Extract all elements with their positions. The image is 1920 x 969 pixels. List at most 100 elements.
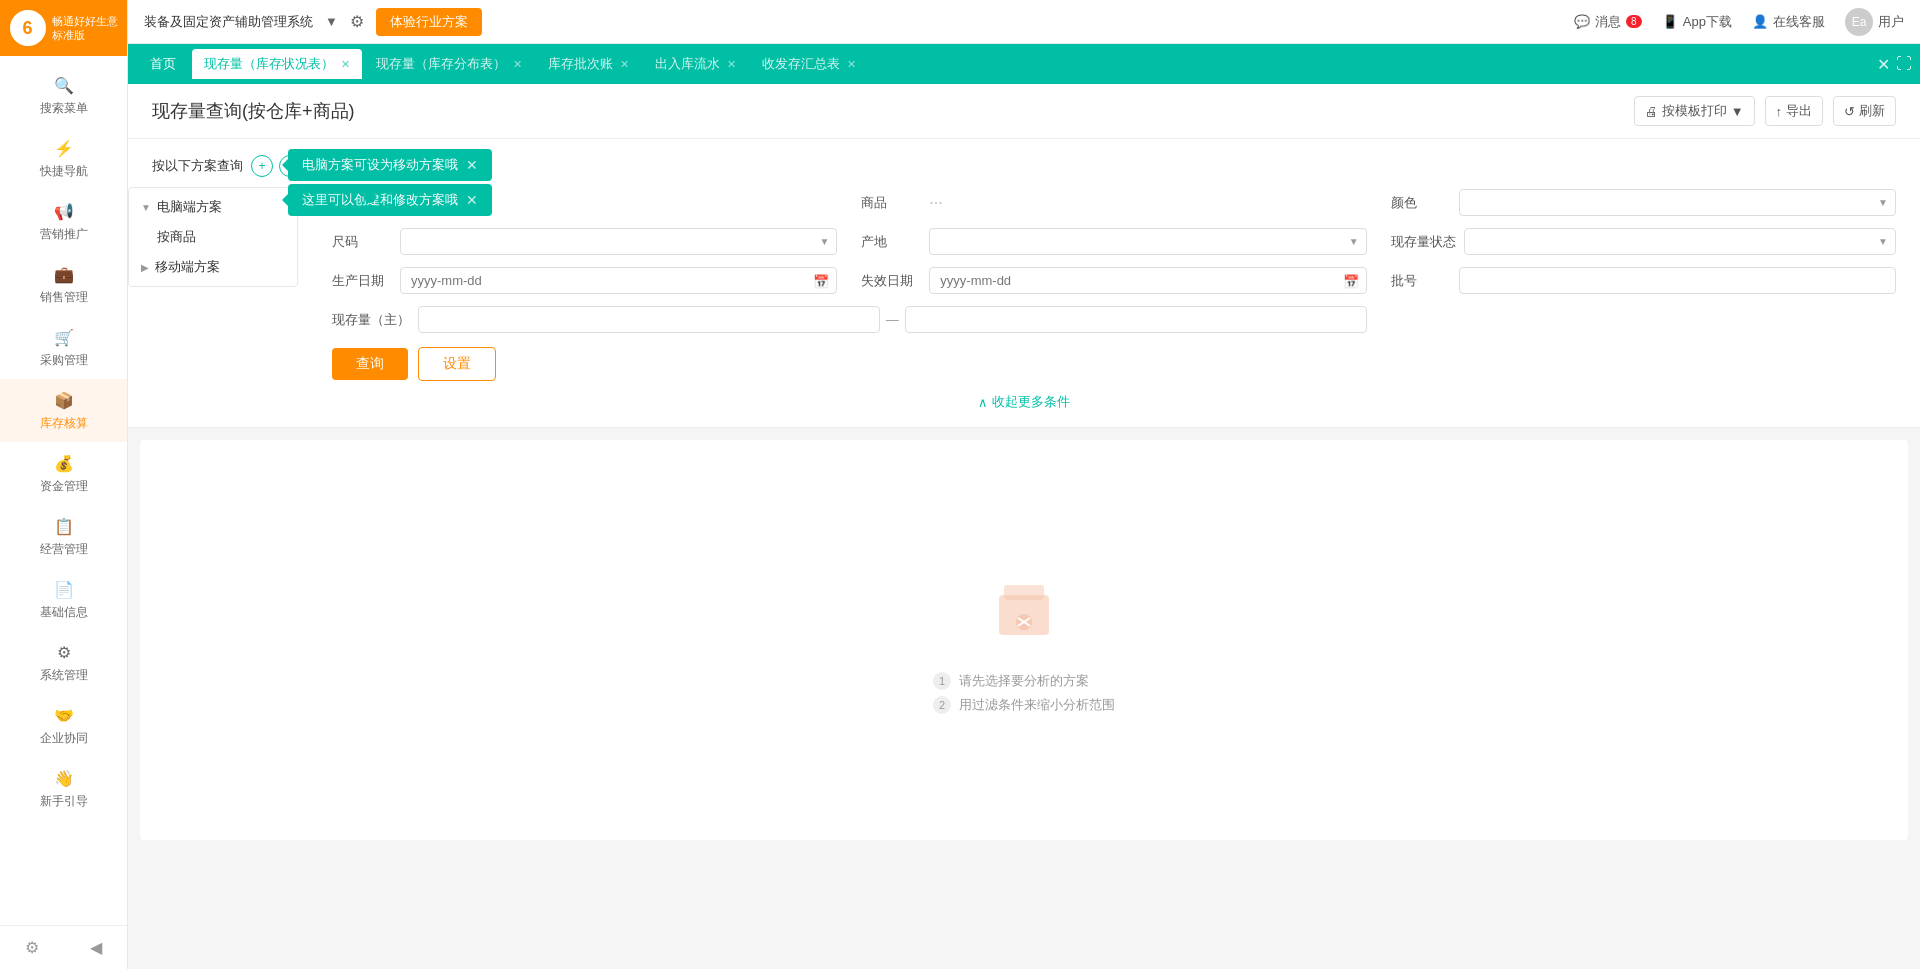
tab-close-stock-status[interactable]: ✕ — [341, 58, 350, 71]
tab-close-all-icon[interactable]: ✕ — [1877, 55, 1890, 74]
message-item[interactable]: 💬 消息 8 — [1574, 13, 1642, 31]
print-icon: 🖨 — [1645, 104, 1658, 119]
app-download-item[interactable]: 📱 App下载 — [1662, 13, 1732, 31]
expiry-date-input[interactable] — [929, 267, 1366, 294]
stock-status-select[interactable] — [1464, 228, 1896, 255]
batch-input[interactable] — [1459, 267, 1896, 294]
prod-date-label: 生产日期 — [332, 272, 392, 290]
size-select[interactable] — [400, 228, 837, 255]
sidebar-item-marketing[interactable]: 📢 营销推广 — [0, 190, 127, 253]
logo-area: 6 畅通好好生意 标准版 — [0, 0, 127, 56]
sales-icon: 💼 — [53, 263, 75, 285]
tab-close-inout[interactable]: ✕ — [727, 58, 736, 71]
tab-close-batch[interactable]: ✕ — [620, 58, 629, 71]
operation-icon: 📋 — [53, 515, 75, 537]
filter-area: 按以下方案查询 + ✎ « 电脑方案可设为移动方案哦 ✕ 这里可以创建和修改方案… — [128, 139, 1920, 428]
stock-main-to[interactable] — [905, 306, 1367, 333]
filter-row-origin: 产地 ▼ — [861, 228, 1366, 255]
add-scheme-button[interactable]: + — [251, 155, 273, 177]
tab-batch[interactable]: 库存批次账 ✕ — [536, 49, 641, 79]
tree-sub-item-goods[interactable]: 按商品 — [129, 222, 297, 252]
user-item[interactable]: Ea 用户 — [1845, 8, 1904, 36]
sidebar-item-enterprise[interactable]: 🤝 企业协同 — [0, 694, 127, 757]
prod-date-input[interactable] — [400, 267, 837, 294]
stock-main-from[interactable] — [418, 306, 880, 333]
header-left: 装备及固定资产辅助管理系统 ▼ ⚙ 体验行业方案 — [144, 8, 482, 36]
print-button[interactable]: 🖨 按模板打印 ▼ — [1634, 96, 1755, 126]
sidebar-item-inventory[interactable]: 📦 库存核算 — [0, 379, 127, 442]
color-select-wrap: ▼ — [1459, 189, 1896, 216]
tree-item-mobile[interactable]: ▶ 移动端方案 — [129, 252, 297, 282]
tab-collect[interactable]: 收发存汇总表 ✕ — [750, 49, 868, 79]
sidebar-item-purchase[interactable]: 🛒 采购管理 — [0, 316, 127, 379]
filter-row-size: 尺码 ▼ — [332, 228, 837, 255]
collapse-sidebar-icon[interactable]: ◀ — [90, 938, 102, 957]
sidebar-item-basic[interactable]: 📄 基础信息 — [0, 568, 127, 631]
tab-stock-dist[interactable]: 现存量（库存分布表） ✕ — [364, 49, 534, 79]
sidebar-item-search[interactable]: 🔍 搜索菜单 — [0, 64, 127, 127]
export-button[interactable]: ↑ 导出 — [1765, 96, 1824, 126]
tab-home[interactable]: 首页 — [136, 49, 190, 79]
step1-text: 请先选择要分析的方案 — [959, 672, 1089, 690]
sidebar-item-newbie[interactable]: 👋 新手引导 — [0, 757, 127, 820]
sidebar-item-operation[interactable]: 📋 经营管理 — [0, 505, 127, 568]
service-icon: 👤 — [1752, 14, 1768, 29]
sidebar-item-quick[interactable]: ⚡ 快捷导航 — [0, 127, 127, 190]
sidebar-item-finance[interactable]: 💰 资金管理 — [0, 442, 127, 505]
settings-footer-icon[interactable]: ⚙ — [25, 938, 39, 957]
filter-row-expiry-date: 失效日期 📅 — [861, 267, 1366, 294]
collapse-button[interactable]: ∧ 收起更多条件 — [152, 393, 1896, 411]
message-icon: 💬 — [1574, 14, 1590, 29]
tree-item-pc[interactable]: ▼ 电脑端方案 — [129, 192, 297, 222]
expiry-date-wrap: 📅 — [929, 267, 1366, 294]
search-button[interactable]: 查询 — [332, 348, 408, 380]
scheme-tooltip-close[interactable]: ✕ — [466, 157, 478, 173]
system-icon: ⚙ — [53, 641, 75, 663]
size-select-wrap: ▼ — [400, 228, 837, 255]
tab-bar-actions: ✕ ⛶ — [1877, 55, 1912, 74]
page-title-bar: 现存量查询(按仓库+商品) 🖨 按模板打印 ▼ ↑ 导出 ↺ 刷新 — [128, 84, 1920, 139]
refresh-button[interactable]: ↺ 刷新 — [1833, 96, 1896, 126]
filter-indicator — [364, 191, 376, 203]
basic-icon: 📄 — [53, 578, 75, 600]
tree-arrow-icon: ▼ — [141, 202, 151, 213]
sidebar-item-system[interactable]: ⚙ 系统管理 — [0, 631, 127, 694]
online-service-item[interactable]: 👤 在线客服 — [1752, 13, 1825, 31]
tab-stock-status[interactable]: 现存量（库存状况表） ✕ — [192, 49, 362, 79]
svg-rect-1 — [1004, 585, 1044, 600]
trial-button[interactable]: 体验行业方案 — [376, 8, 482, 36]
logo-icon: 6 — [10, 10, 46, 46]
origin-select-wrap: ▼ — [929, 228, 1366, 255]
inventory-icon: 📦 — [53, 389, 75, 411]
tab-close-collect[interactable]: ✕ — [847, 58, 856, 71]
enterprise-icon: 🤝 — [53, 704, 75, 726]
filter-row-goods: 商品 ··· — [861, 189, 1366, 216]
filter-grid: 仓库 ··· 商品 ··· 颜色 ▼ — [332, 189, 1896, 333]
settings-icon[interactable]: ⚙ — [350, 12, 364, 31]
size-label: 尺码 — [332, 233, 392, 251]
filter-row-stock-main: 现存量（主） — — [332, 306, 1367, 333]
phone-icon: 📱 — [1662, 14, 1678, 29]
expiry-date-icon[interactable]: 📅 — [1343, 273, 1359, 288]
stock-status-label: 现存量状态 — [1391, 233, 1456, 251]
prod-date-icon[interactable]: 📅 — [813, 273, 829, 288]
expiry-date-label: 失效日期 — [861, 272, 921, 290]
logo-text: 畅通好好生意 标准版 — [52, 14, 118, 43]
top-header: 装备及固定资产辅助管理系统 ▼ ⚙ 体验行业方案 💬 消息 8 📱 App下载 … — [128, 0, 1920, 44]
tab-expand-icon[interactable]: ⛶ — [1896, 55, 1912, 74]
edit-tooltip-close[interactable]: ✕ — [466, 192, 478, 208]
system-dropdown-icon[interactable]: ▼ — [325, 14, 338, 29]
data-area: 1 请先选择要分析的方案 2 用过滤条件来缩小分析范围 — [140, 440, 1908, 840]
purchase-icon: 🛒 — [53, 326, 75, 348]
tab-close-stock-dist[interactable]: ✕ — [513, 58, 522, 71]
origin-select[interactable] — [929, 228, 1366, 255]
color-select[interactable] — [1459, 189, 1896, 216]
stock-main-range: — — [418, 306, 1367, 333]
goods-dots[interactable]: ··· — [929, 194, 942, 212]
empty-illustration — [974, 560, 1074, 660]
setting-button[interactable]: 设置 — [418, 347, 496, 381]
sidebar-item-sales[interactable]: 💼 销售管理 — [0, 253, 127, 316]
tab-bar: 首页 现存量（库存状况表） ✕ 现存量（库存分布表） ✕ 库存批次账 ✕ 出入库… — [128, 44, 1920, 84]
page-title: 现存量查询(按仓库+商品) — [152, 99, 355, 135]
tab-inout[interactable]: 出入库流水 ✕ — [643, 49, 748, 79]
